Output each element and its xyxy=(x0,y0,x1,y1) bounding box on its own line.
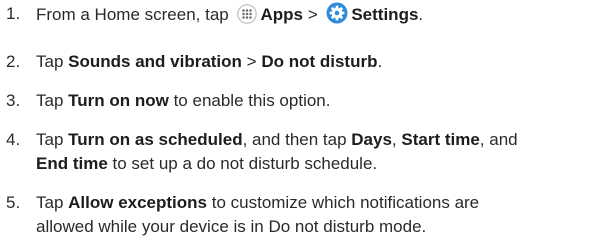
days-label: Days xyxy=(351,130,392,149)
step-text: , and xyxy=(479,130,518,149)
step-text: allowed while your device is in Do not d… xyxy=(36,217,427,236)
allow-exceptions-label: Allow exceptions xyxy=(68,193,208,212)
step-text: Tap xyxy=(36,130,69,149)
start-time-label: Start time xyxy=(401,130,480,149)
step-number: 5. xyxy=(6,193,21,212)
settings-gear-icon xyxy=(326,2,348,31)
apps-grid-icon xyxy=(237,4,258,31)
apps-label: Apps xyxy=(260,5,303,24)
separator: > xyxy=(241,52,262,71)
turn-on-as-scheduled-label: Turn on as scheduled xyxy=(68,130,243,149)
step-text: Tap xyxy=(36,193,69,212)
step-number: 3. xyxy=(6,91,21,110)
step-number: 1. xyxy=(6,4,21,23)
step-text: to customize which notifications are xyxy=(207,193,480,212)
step-text: , and then tap xyxy=(242,130,352,149)
step-text: , xyxy=(391,130,402,149)
sounds-and-vibration-label: Sounds and vibration xyxy=(68,52,242,71)
step-text: to set up a do not disturb schedule. xyxy=(107,154,378,173)
separator: > xyxy=(302,5,323,24)
step-text: Tap xyxy=(36,91,69,110)
settings-label: Settings xyxy=(351,5,419,24)
step-text: . xyxy=(418,5,424,24)
step-text: . xyxy=(377,52,383,71)
do-not-disturb-label: Do not disturb xyxy=(261,52,378,71)
step-text: From a Home screen, tap xyxy=(36,5,234,24)
step-number: 2. xyxy=(6,52,21,71)
step-text: to enable this option. xyxy=(168,91,331,110)
step-text: Tap xyxy=(36,52,69,71)
end-time-label: End time xyxy=(36,154,108,173)
turn-on-now-label: Turn on now xyxy=(68,91,169,110)
step-number: 4. xyxy=(6,130,21,149)
